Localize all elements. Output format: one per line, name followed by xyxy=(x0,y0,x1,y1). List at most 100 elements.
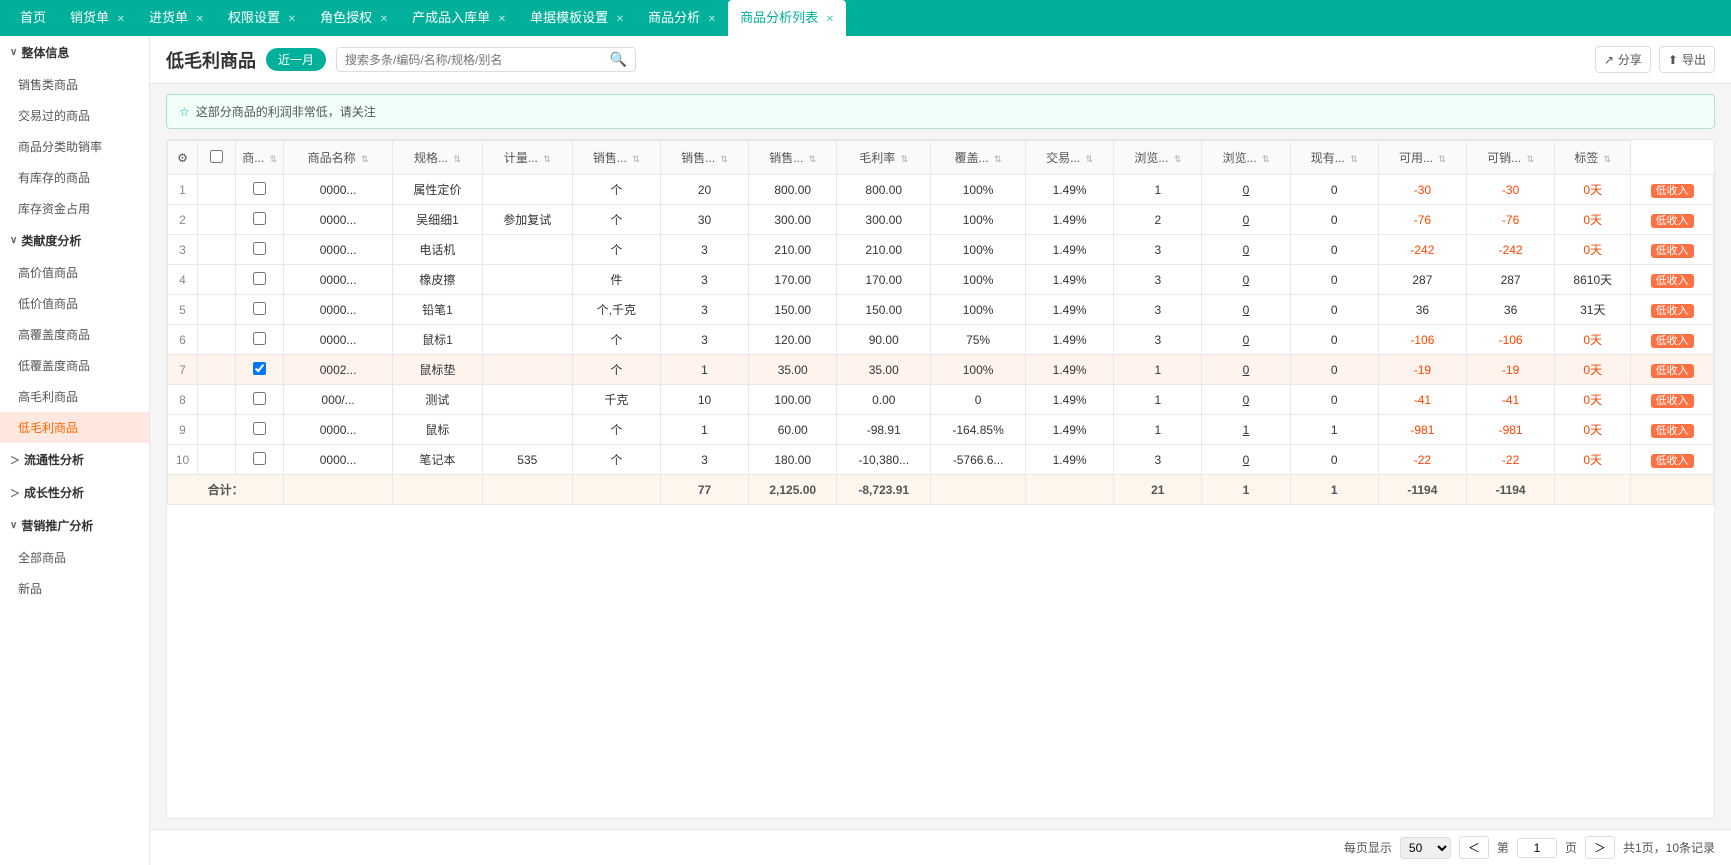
per-page-select[interactable]: 50 100 200 xyxy=(1400,837,1451,859)
nav-close-template[interactable]: ✕ xyxy=(616,14,624,25)
row-check-9[interactable] xyxy=(253,452,266,465)
sidebar-item-high-margin[interactable]: 高毛利商品 xyxy=(0,381,149,412)
time-filter-button[interactable]: 近一月 xyxy=(266,48,326,71)
nav-purchase-order[interactable]: 进货单 ✕ xyxy=(137,0,216,36)
view1-link-2[interactable]: 0 xyxy=(1243,243,1250,257)
col-available-stock[interactable]: 可用... ⇅ xyxy=(1378,141,1466,175)
nav-close-permission[interactable]: ✕ xyxy=(288,14,296,25)
sidebar-item-sales-products[interactable]: 销售类商品 xyxy=(0,69,149,100)
view1-link-1[interactable]: 0 xyxy=(1243,213,1250,227)
col-sales-amount[interactable]: 销售... ⇅ xyxy=(749,141,837,175)
col-sales-qty[interactable]: 销售... ⇅ xyxy=(572,141,660,175)
share-button[interactable]: ↗ 分享 xyxy=(1595,46,1651,73)
nav-permission[interactable]: 权限设置 ✕ xyxy=(216,0,308,36)
sidebar-item-low-margin[interactable]: 低毛利商品 xyxy=(0,412,149,443)
col-view1[interactable]: 浏览... ⇅ xyxy=(1114,141,1202,175)
row-unit-8: 个 xyxy=(572,415,660,445)
col-sales-price[interactable]: 销售... ⇅ xyxy=(660,141,748,175)
prev-page-button[interactable]: ＜ xyxy=(1459,836,1489,859)
next-page-button[interactable]: ＞ xyxy=(1585,836,1615,859)
col-view2[interactable]: 浏览... ⇅ xyxy=(1202,141,1290,175)
nav-sales-order[interactable]: 销货单 ✕ xyxy=(58,0,137,36)
nav-close-product-stock[interactable]: ✕ xyxy=(498,14,506,25)
view1-link-6[interactable]: 0 xyxy=(1243,363,1250,377)
col-code[interactable]: 商... ⇅ xyxy=(236,141,284,175)
sidebar-section-contribution[interactable]: ∨ 类献度分析 xyxy=(0,224,149,257)
sidebar-item-all-products[interactable]: 全部商品 xyxy=(0,542,149,573)
col-spec[interactable]: 规格... ⇅ xyxy=(393,141,483,175)
nav-close-product-analysis-list[interactable]: ✕ xyxy=(826,14,834,25)
view1-link-3[interactable]: 0 xyxy=(1243,273,1250,287)
row-check-8[interactable] xyxy=(253,422,266,435)
view1-link-8[interactable]: 1 xyxy=(1243,423,1250,437)
sidebar-item-low-value[interactable]: 低价值商品 xyxy=(0,288,149,319)
row-check-5[interactable] xyxy=(253,332,266,345)
row-check-0[interactable] xyxy=(253,182,266,195)
sidebar-item-with-stock[interactable]: 有库存的商品 xyxy=(0,162,149,193)
row-check-1[interactable] xyxy=(253,212,266,225)
row-name-9[interactable]: 笔记本 xyxy=(393,445,483,475)
sidebar-section-marketing[interactable]: ∨ 营销推广分析 xyxy=(0,509,149,542)
page-input[interactable] xyxy=(1517,838,1557,858)
col-settings[interactable]: ⚙ xyxy=(168,141,198,175)
sidebar-item-low-coverage[interactable]: 低覆盖度商品 xyxy=(0,350,149,381)
row-name-3[interactable]: 橡皮擦 xyxy=(393,265,483,295)
view1-link-5[interactable]: 0 xyxy=(1243,333,1250,347)
row-name-7[interactable]: 测试 xyxy=(393,385,483,415)
row-check-7[interactable] xyxy=(253,392,266,405)
row-name-8[interactable]: 鼠标 xyxy=(393,415,483,445)
row-check-4[interactable] xyxy=(253,302,266,315)
sidebar-section-overall[interactable]: ∨ 整体信息 xyxy=(0,36,149,69)
col-saleable[interactable]: 可销... ⇅ xyxy=(1467,141,1555,175)
nav-close-sales[interactable]: ✕ xyxy=(117,14,125,25)
row-name-6[interactable]: 鼠标垫 xyxy=(393,355,483,385)
sidebar-item-new-products[interactable]: 新品 xyxy=(0,573,149,604)
col-current-stock[interactable]: 现有... ⇅ xyxy=(1290,141,1378,175)
export-button[interactable]: ⬆ 导出 xyxy=(1659,46,1715,73)
nav-home[interactable]: 首页 xyxy=(8,0,58,36)
sidebar-item-high-value[interactable]: 高价值商品 xyxy=(0,257,149,288)
col-unit[interactable]: 计量... ⇅ xyxy=(482,141,572,175)
view1-link-7[interactable]: 0 xyxy=(1243,393,1250,407)
row-name-1[interactable]: 吴细细1 xyxy=(393,205,483,235)
col-coverage[interactable]: 覆盖... ⇅ xyxy=(931,141,1026,175)
row-sales-price-1: 300.00 xyxy=(749,205,837,235)
nav-product-analysis-list[interactable]: 商品分析列表 ✕ xyxy=(728,0,846,36)
sidebar-item-traded-products[interactable]: 交易过的商品 xyxy=(0,100,149,131)
footer-sales-price: 2,125.00 xyxy=(749,475,837,505)
row-available-stock-5: -106 xyxy=(1467,325,1555,355)
search-input[interactable] xyxy=(345,53,610,67)
nav-product-stock[interactable]: 产成品入库单 ✕ xyxy=(400,0,518,36)
nav-role-auth[interactable]: 角色授权 ✕ xyxy=(308,0,400,36)
row-check-6[interactable] xyxy=(253,362,266,375)
row-name-2[interactable]: 电话机 xyxy=(393,235,483,265)
row-sales-price-4: 150.00 xyxy=(749,295,837,325)
nav-close-product-analysis[interactable]: ✕ xyxy=(708,14,716,25)
sidebar-section-liquidity[interactable]: ＞ 流通性分析 xyxy=(0,443,149,476)
sidebar-section-growth[interactable]: ＞ 成长性分析 xyxy=(0,476,149,509)
row-name-5[interactable]: 鼠标1 xyxy=(393,325,483,355)
row-tag-8: 低收入 xyxy=(1631,415,1714,445)
row-name-4[interactable]: 铅笔1 xyxy=(393,295,483,325)
nav-close-role[interactable]: ✕ xyxy=(380,14,388,25)
row-check-2[interactable] xyxy=(253,242,266,255)
sidebar-item-category-assist-rate[interactable]: 商品分类助销率 xyxy=(0,131,149,162)
sidebar-item-high-coverage[interactable]: 高覆盖度商品 xyxy=(0,319,149,350)
nav-template-setting[interactable]: 单据模板设置 ✕ xyxy=(518,0,636,36)
col-trade[interactable]: 交易... ⇅ xyxy=(1025,141,1113,175)
view1-link-0[interactable]: 0 xyxy=(1243,183,1250,197)
row-name-0[interactable]: 属性定价 xyxy=(393,175,483,205)
view1-link-4[interactable]: 0 xyxy=(1243,303,1250,317)
main-layout: ∨ 整体信息 销售类商品 交易过的商品 商品分类助销率 有库存的商品 库存资金占… xyxy=(0,36,1731,865)
col-name[interactable]: 商品名称 ⇅ xyxy=(284,141,393,175)
nav-product-analysis[interactable]: 商品分析 ✕ xyxy=(636,0,728,36)
select-all-checkbox[interactable] xyxy=(210,150,223,163)
sidebar-item-stock-fund[interactable]: 库存资金占用 xyxy=(0,193,149,224)
view1-link-9[interactable]: 0 xyxy=(1243,453,1250,467)
nav-close-purchase[interactable]: ✕ xyxy=(196,14,204,25)
col-tag[interactable]: 标签 ⇅ xyxy=(1555,141,1631,175)
collapse-arrow-overall: ∨ xyxy=(10,47,17,58)
sort-view1: ⇅ xyxy=(1174,154,1182,164)
col-gross-rate[interactable]: 毛利率 ⇅ xyxy=(837,141,931,175)
row-check-3[interactable] xyxy=(253,272,266,285)
